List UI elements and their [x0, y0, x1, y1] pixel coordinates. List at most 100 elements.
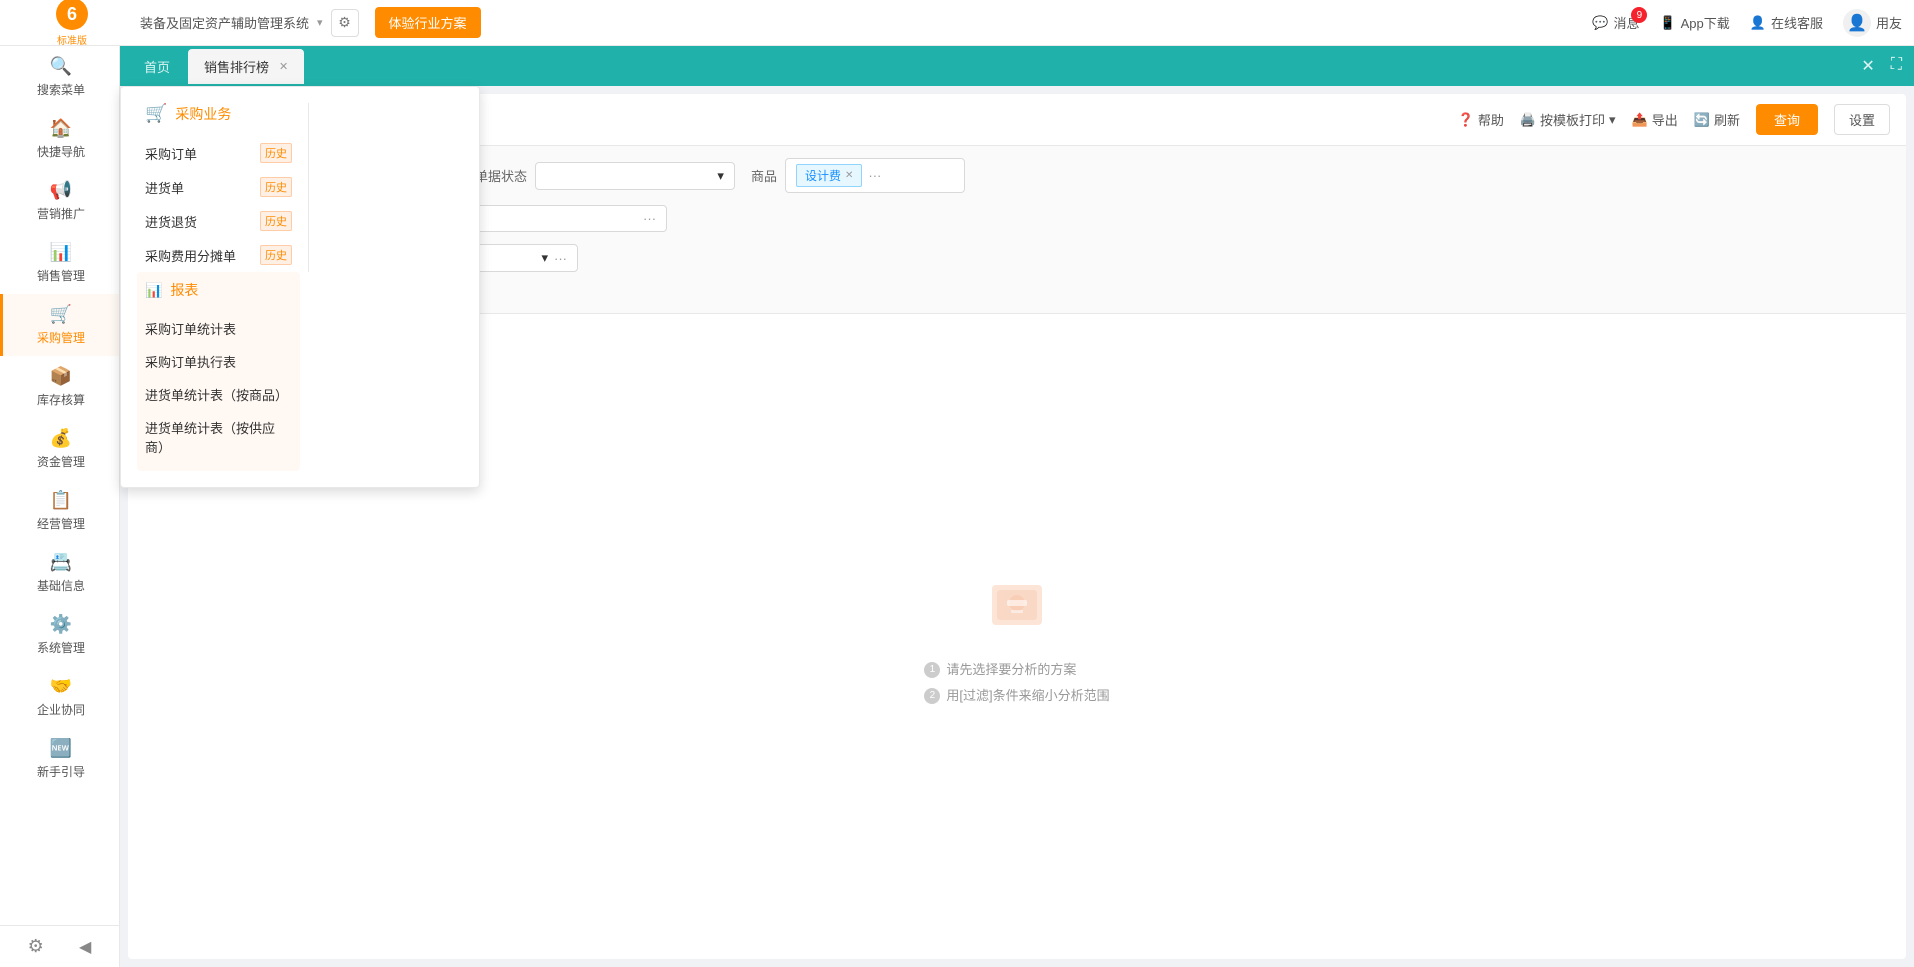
dropdown-inbound-stats-goods[interactable]: 进货单统计表（按商品） — [145, 378, 292, 411]
refresh-btn[interactable]: 🔄 刷新 — [1694, 110, 1740, 129]
content-area: 首页 销售排行榜 ✕ ✕ ⛶ 🛒 采购业 — [120, 46, 1914, 967]
dropdown-purchase-order[interactable]: 采购订单 历史 — [145, 136, 292, 170]
empty-tip-2: 2 用[过滤]条件来缩小分析范围 — [924, 683, 1109, 709]
status-label: 单据状态 — [475, 166, 527, 185]
user-area[interactable]: 👤 用友 — [1843, 9, 1902, 37]
finance-icon: 💰 — [50, 428, 72, 449]
report-section-title: 📊 报表 — [145, 280, 292, 300]
status-filter: 单据状态 ▾ — [475, 162, 735, 190]
online-service-btn[interactable]: 👤 在线客服 — [1750, 13, 1823, 32]
dropdown-divider — [308, 103, 309, 272]
avatar: 👤 — [1843, 9, 1871, 37]
sidebar-item-finance[interactable]: 💰 资金管理 — [0, 418, 119, 480]
dropdown-inbound[interactable]: 进货单 历史 — [145, 170, 292, 204]
system-title: 装备及固定资产辅助管理系统 — [140, 13, 309, 32]
goods-tag-close[interactable]: ✕ — [845, 170, 853, 181]
sidebar-item-marketing[interactable]: 📢 营销推广 — [0, 170, 119, 232]
sidebar-item-guide[interactable]: 🆕 新手引导 — [0, 728, 119, 790]
sidebar-item-search[interactable]: 🔍 搜索菜单 — [0, 46, 119, 108]
sidebar-item-inventory[interactable]: 📦 库存核算 — [0, 356, 119, 418]
sidebar-item-quicknav[interactable]: 🏠 快捷导航 — [0, 108, 119, 170]
settings-icon-btn[interactable]: ⚙ — [331, 9, 359, 37]
status-dropdown-icon: ▾ — [717, 168, 724, 184]
guide-icon: 🆕 — [50, 738, 72, 759]
app-download-btn[interactable]: 📱 App下载 — [1659, 13, 1729, 32]
sidebar-item-operations[interactable]: 📋 经营管理 — [0, 480, 119, 542]
export-btn[interactable]: 📤 导出 — [1632, 110, 1678, 129]
message-icon: 💬 — [1592, 15, 1608, 31]
empty-tip-1: 1 请先选择要分析的方案 — [924, 657, 1109, 683]
purchase-business-section: 🛒 采购业务 采购订单 历史 进货单 历史 进货退货 — [137, 103, 300, 272]
print-btn[interactable]: 🖨️ 按模板打印 ▾ — [1520, 110, 1616, 129]
goods-tag: 设计费 ✕ — [796, 164, 862, 187]
goods-input[interactable]: 设计费 ✕ ··· — [785, 158, 965, 193]
customer-more[interactable]: ··· — [554, 251, 567, 266]
history-badge-0: 历史 — [260, 143, 292, 163]
history-badge-2: 历史 — [260, 211, 292, 231]
customer-dropdown-icon: ▾ — [541, 250, 548, 266]
logo-text: 标准版 — [57, 32, 87, 47]
purchase-section-title: 🛒 采购业务 — [145, 103, 292, 124]
empty-illustration — [977, 565, 1057, 645]
dropdown-purchase-order-stats[interactable]: 采购订单统计表 — [145, 312, 292, 345]
dropdown-inbound-return[interactable]: 进货退货 历史 — [145, 204, 292, 238]
settings-btn[interactable]: 设置 — [1834, 104, 1890, 135]
title-dropdown-arrow[interactable]: ▾ — [317, 16, 323, 29]
tab-bar: 首页 销售排行榜 ✕ ✕ ⛶ — [120, 46, 1914, 86]
goods-label: 商品 — [751, 166, 777, 185]
history-badge-3: 历史 — [260, 245, 292, 265]
home-icon: 🏠 — [50, 118, 72, 139]
report-section: 📊 报表 采购订单统计表 采购订单执行表 进货单统计表（按商品） — [137, 272, 300, 471]
industry-btn[interactable]: 体验行业方案 — [375, 7, 481, 38]
marketing-icon: 📢 — [50, 180, 72, 201]
inventory-icon: 📦 — [50, 366, 72, 387]
logo-area: 6 标准版 — [12, 0, 132, 47]
sales-icon: 📊 — [50, 242, 72, 263]
top-header: 6 标准版 装备及固定资产辅助管理系统 ▾ ⚙ 体验行业方案 💬 消息 9 📱 … — [0, 0, 1914, 46]
sidebar-bottom: ⚙ ◀ — [0, 925, 119, 967]
goods-more[interactable]: ··· — [868, 168, 881, 183]
dropdown-inbound-stats-supplier[interactable]: 进货单统计表（按供应商） — [145, 411, 292, 463]
service-icon: 👤 — [1750, 15, 1766, 31]
dropdown-purchase-expense[interactable]: 采购费用分摊单 历史 — [145, 238, 292, 272]
salesperson-more[interactable]: ··· — [643, 211, 656, 226]
sidebar: 🔍 搜索菜单 🏠 快捷导航 📢 营销推广 📊 销售管理 🛒 采购管理 📦 库存核… — [0, 46, 120, 967]
tab-bar-right: ✕ ⛶ — [1857, 52, 1906, 80]
sidebar-item-sales[interactable]: 📊 销售管理 — [0, 232, 119, 294]
purchase-icon: 🛒 — [50, 304, 72, 325]
help-btn[interactable]: ❓ 帮助 — [1458, 110, 1504, 129]
operations-icon: 📋 — [50, 490, 72, 511]
sidebar-item-system[interactable]: ⚙️ 系统管理 — [0, 604, 119, 666]
tab-close-icon[interactable]: ✕ — [279, 60, 288, 73]
print-dropdown-icon[interactable]: ▾ — [1609, 112, 1616, 128]
query-btn[interactable]: 查询 — [1756, 104, 1818, 135]
salesperson-input[interactable]: ··· — [467, 205, 667, 232]
system-icon: ⚙️ — [50, 614, 72, 635]
purchase-dropdown-menu: 🛒 采购业务 采购订单 历史 进货单 历史 进货退货 — [120, 86, 480, 488]
help-icon: ❓ — [1458, 112, 1474, 128]
tab-expand-icon[interactable]: ⛶ — [1887, 52, 1906, 80]
logo-icon: 6 — [56, 0, 88, 30]
dropdown-purchase-order-exec[interactable]: 采购订单执行表 — [145, 345, 292, 378]
sidebar-item-basic[interactable]: 📇 基础信息 — [0, 542, 119, 604]
history-badge-1: 历史 — [260, 177, 292, 197]
empty-tips: 1 请先选择要分析的方案 2 用[过滤]条件来缩小分析范围 — [924, 657, 1109, 709]
mobile-icon: 📱 — [1659, 15, 1675, 31]
basic-icon: 📇 — [50, 552, 72, 573]
tab-close-all-icon[interactable]: ✕ — [1857, 52, 1878, 80]
purchase-section-icon: 🛒 — [145, 103, 167, 124]
tab-sales-rank[interactable]: 销售排行榜 ✕ — [188, 49, 304, 84]
status-select[interactable]: ▾ — [535, 162, 735, 190]
goods-filter: 商品 设计费 ✕ ··· — [751, 158, 965, 193]
tab-home[interactable]: 首页 — [128, 49, 186, 84]
sidebar-settings-btn[interactable]: ⚙ — [28, 936, 44, 957]
message-btn[interactable]: 💬 消息 9 — [1592, 13, 1639, 32]
print-icon: 🖨️ — [1520, 112, 1536, 128]
export-icon: 📤 — [1632, 112, 1648, 128]
sidebar-item-coop[interactable]: 🤝 企业协同 — [0, 666, 119, 728]
message-badge: 9 — [1631, 7, 1647, 23]
sidebar-item-purchase[interactable]: 🛒 采购管理 — [0, 294, 119, 356]
refresh-icon: 🔄 — [1694, 112, 1710, 128]
tab-and-menu: 首页 销售排行榜 ✕ ✕ ⛶ 🛒 采购业 — [120, 46, 1914, 86]
sidebar-collapse-btn[interactable]: ◀ — [79, 937, 91, 957]
